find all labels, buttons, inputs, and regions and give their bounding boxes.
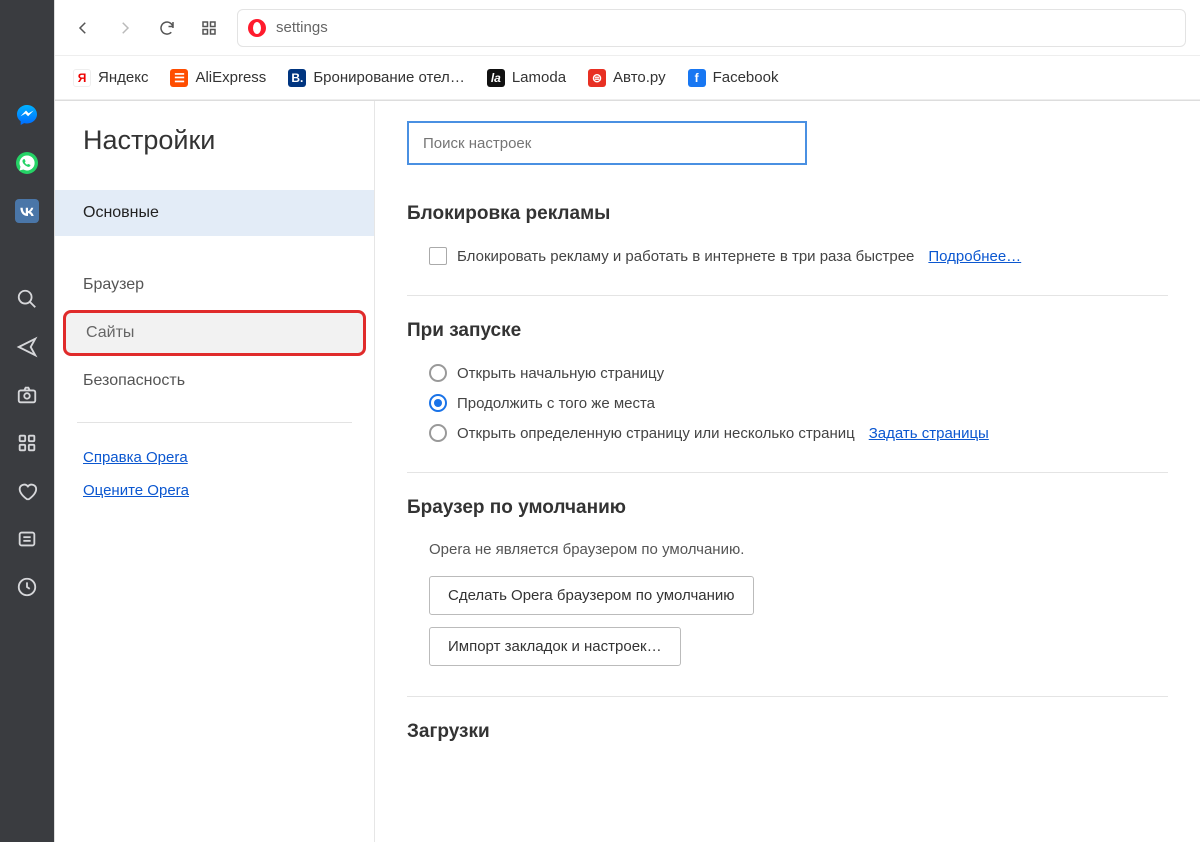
section-startup-title: При запуске — [407, 320, 1168, 342]
bookmark-lamoda[interactable]: laLamoda — [487, 69, 566, 87]
settings-nav: Настройки Основные Браузер Сайты Безопас… — [55, 101, 375, 842]
bookmark-label: Lamoda — [512, 69, 566, 86]
startup-radio-specific[interactable] — [429, 424, 447, 442]
startup-radio-home[interactable] — [429, 364, 447, 382]
address-text: settings — [276, 19, 328, 36]
section-default-title: Браузер по умолчанию — [407, 497, 1168, 519]
history-icon[interactable] — [14, 574, 40, 600]
nav-link-rate[interactable]: Оцените Opera — [55, 474, 374, 507]
startup-set-pages-link[interactable]: Задать страницы — [869, 425, 989, 442]
settings-search-input[interactable] — [407, 121, 807, 165]
bookmark-booking[interactable]: B.Бронирование отел… — [288, 69, 465, 87]
messenger-icon[interactable] — [14, 102, 40, 128]
opera-icon — [248, 19, 266, 37]
adblock-more-link[interactable]: Подробнее… — [928, 248, 1021, 265]
adblock-label: Блокировать рекламу и работать в интерне… — [457, 248, 914, 265]
section-adblock-title: Блокировка рекламы — [407, 203, 1168, 225]
heart-icon[interactable] — [14, 478, 40, 504]
default-browser-info: Opera не является браузером по умолчанию… — [407, 535, 1168, 570]
speed-dial-button[interactable] — [195, 14, 223, 42]
send-icon[interactable] — [14, 334, 40, 360]
bookmarks-bar: ЯЯндекс ☰AliExpress B.Бронирование отел…… — [55, 56, 1200, 100]
adblock-checkbox[interactable] — [429, 247, 447, 265]
back-button[interactable] — [69, 14, 97, 42]
bookmark-label: Facebook — [713, 69, 779, 86]
nav-item-browser[interactable]: Браузер — [55, 262, 374, 308]
settings-title: Настройки — [55, 125, 374, 190]
bookmark-label: Авто.ру — [613, 69, 666, 86]
import-button[interactable]: Импорт закладок и настроек… — [429, 627, 681, 666]
bookmark-autoru[interactable]: ⊜Авто.ру — [588, 69, 666, 87]
make-default-button[interactable]: Сделать Opera браузером по умолчанию — [429, 576, 754, 615]
camera-icon[interactable] — [14, 382, 40, 408]
vk-icon[interactable] — [14, 198, 40, 224]
startup-opt2-label: Продолжить с того же места — [457, 395, 655, 412]
bookmark-label: AliExpress — [195, 69, 266, 86]
address-bar[interactable]: settings — [237, 9, 1186, 47]
nav-link-help[interactable]: Справка Opera — [55, 441, 374, 474]
news-icon[interactable] — [14, 526, 40, 552]
startup-radio-continue[interactable] — [429, 394, 447, 412]
bookmark-facebook[interactable]: fFacebook — [688, 69, 779, 87]
startup-opt1-label: Открыть начальную страницу — [457, 365, 664, 382]
app-rail — [0, 0, 54, 842]
bookmark-label: Бронирование отел… — [313, 69, 465, 86]
forward-button[interactable] — [111, 14, 139, 42]
startup-opt3-label: Открыть определенную страницу или нескол… — [457, 425, 855, 442]
nav-item-main[interactable]: Основные — [55, 190, 374, 236]
toolbar: settings — [55, 0, 1200, 56]
reload-button[interactable] — [153, 14, 181, 42]
nav-item-security[interactable]: Безопасность — [55, 358, 374, 404]
whatsapp-icon[interactable] — [14, 150, 40, 176]
bookmark-aliexpress[interactable]: ☰AliExpress — [170, 69, 266, 87]
apps-icon[interactable] — [14, 430, 40, 456]
nav-item-sites[interactable]: Сайты — [63, 310, 366, 356]
search-icon[interactable] — [14, 286, 40, 312]
bookmark-yandex[interactable]: ЯЯндекс — [73, 69, 148, 87]
bookmark-label: Яндекс — [98, 69, 148, 86]
section-downloads-title: Загрузки — [407, 721, 1168, 743]
settings-content: Блокировка рекламы Блокировать рекламу и… — [375, 101, 1200, 842]
main-column: settings ЯЯндекс ☰AliExpress B.Бронирова… — [54, 0, 1200, 842]
